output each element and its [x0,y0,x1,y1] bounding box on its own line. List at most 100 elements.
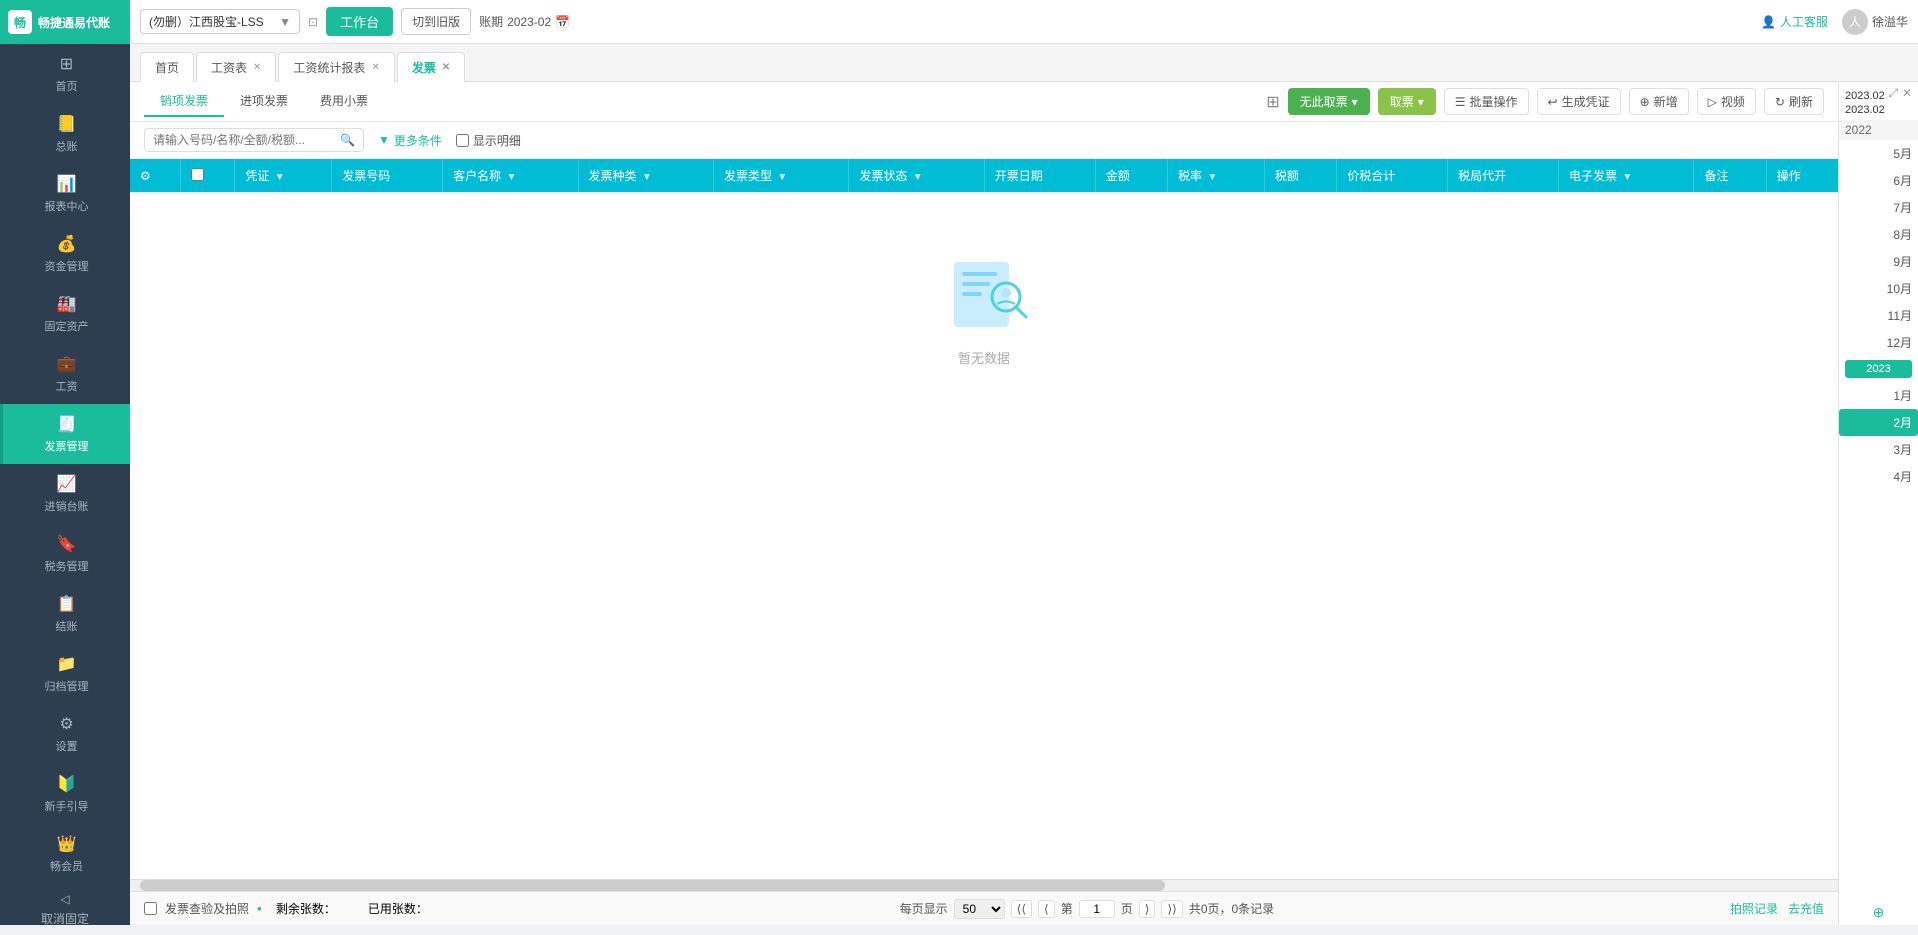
period-calendar-icon[interactable]: 📅 [555,15,570,29]
refresh-icon: ↻ [1775,95,1785,109]
first-page-btn[interactable]: ⟨⟨ [1011,900,1032,918]
total-info: 共0页，0条记录 [1189,900,1274,917]
select-all-checkbox[interactable] [191,168,204,181]
search-input[interactable] [153,133,334,147]
next-page-btn[interactable]: ⟩ [1139,900,1156,918]
scroll-down-icon: ⊕ [1873,904,1885,921]
sub-tab-sales-label: 销项发票 [160,94,208,108]
workspace-button[interactable]: 工作台 [326,7,393,36]
th-checkbox[interactable] [180,159,235,192]
month-2023-03[interactable]: 3月 [1839,436,1918,463]
sidebar-item-home[interactable]: ⊞ 首页 [0,44,130,104]
last-page-btn[interactable]: ⟩⟩ [1161,900,1182,918]
date-panel-close-btn[interactable]: ✕ [1902,86,1912,100]
sidebar-label-closing: 结账 [56,618,78,634]
sub-tab-sales-invoice[interactable]: 销项发票 [144,86,224,117]
company-selector[interactable]: (勿删）江西股宝-LSS ▼ [140,9,300,34]
date-panel-expand-btn[interactable]: ⤢ [1888,86,1898,101]
month-2022-09[interactable]: 9月 [1839,248,1918,275]
e-invoice-filter-icon[interactable]: ▼ [1622,172,1632,183]
video-button[interactable]: ▷ 视频 [1697,88,1756,115]
month-2023-04[interactable]: 4月 [1839,463,1918,490]
sidebar-item-guide[interactable]: 🔰 新手引导 [0,764,130,824]
invoice-type-filter-icon[interactable]: ▼ [642,172,652,183]
sidebar-label-archive: 归档管理 [45,678,89,694]
per-page-select[interactable]: 50 10 20 100 [954,899,1005,919]
month-2023-01[interactable]: 1月 [1839,382,1918,409]
copy-icon[interactable]: ⊡ [308,15,318,29]
main-area: (勿删）江西股宝-LSS ▼ ⊡ 工作台 切到旧版 账期 2023-02 📅 👤… [130,0,1918,925]
user-menu[interactable]: 人 徐溢华 [1842,9,1908,35]
batch-op-button[interactable]: ☰ 批量操作 [1444,88,1529,115]
switch-version-button[interactable]: 切到旧版 [401,8,471,35]
sidebar-item-assets[interactable]: 🏭 固定资产 [0,284,130,344]
month-2022-05[interactable]: 5月 [1839,140,1918,167]
tab-invoice[interactable]: 发票 ✕ [397,52,465,82]
show-detail-input[interactable] [456,134,469,147]
sub-tab-expense-label: 费用小票 [320,94,368,108]
settings-link[interactable]: 去充值 [1788,900,1824,917]
tab-home-label: 首页 [155,59,179,76]
no-ticket-button[interactable]: 无此取票 ▾ [1288,88,1370,115]
search-icon: 🔍 [340,133,355,147]
tab-salary-stats-close[interactable]: ✕ [371,62,379,73]
grid-view-icon[interactable]: ⊞ [1266,92,1279,112]
month-2023-02[interactable]: 2月 [1839,409,1918,436]
sidebar-item-settings[interactable]: ⚙ 设置 [0,704,130,764]
sidebar-item-tax[interactable]: 🔖 税务管理 [0,524,130,584]
ticket-button[interactable]: 取票 ▾ [1378,88,1436,115]
tab-home[interactable]: 首页 [140,52,194,82]
logo-icon: 畅 [8,10,32,34]
tab-salary-table-close[interactable]: ✕ [253,62,261,73]
page-input[interactable] [1079,900,1115,918]
customer-service-button[interactable]: 👤 人工客服 [1761,13,1828,30]
month-2022-08[interactable]: 8月 [1839,221,1918,248]
sidebar-item-reports[interactable]: 📊 报表中心 [0,164,130,224]
sidebar-label-reports: 报表中心 [45,198,89,214]
sidebar-item-member[interactable]: 👑 畅会员 [0,824,130,884]
scrollbar-area[interactable] [130,879,1838,891]
customer-filter-icon[interactable]: ▼ [506,172,516,183]
no-ticket-dropdown-icon: ▾ [1352,95,1358,109]
prev-page-btn[interactable]: ⟨ [1038,900,1055,918]
new-button[interactable]: ⊕ 新增 [1629,88,1689,115]
search-input-wrap: 🔍 [144,128,364,152]
month-2022-07[interactable]: 7月 [1839,194,1918,221]
th-settings[interactable]: ⚙ [130,159,180,192]
month-2022-06[interactable]: 6月 [1839,167,1918,194]
generate-voucher-button[interactable]: ↩ 生成凭证 [1537,88,1621,115]
page-content: 销项发票 进项发票 费用小票 ⊞ 无此取票 ▾ [130,82,1838,925]
records-link[interactable]: 拍照记录 [1730,900,1778,917]
tab-invoice-close[interactable]: ✕ [442,62,450,73]
month-2022-12[interactable]: 12月 [1839,329,1918,356]
scrollbar-thumb[interactable] [140,880,1165,891]
invoice-category-filter-icon[interactable]: ▼ [777,172,787,183]
tab-salary-stats[interactable]: 工资统计报表 ✕ [278,52,394,82]
tab-salary-table[interactable]: 工资表 ✕ [196,52,276,82]
sidebar-item-ledger[interactable]: 📒 总账 [0,104,130,164]
sidebar-item-invoice[interactable]: 🧾 发票管理 [0,404,130,464]
month-2022-11[interactable]: 11月 [1839,302,1918,329]
invoice-status-filter-icon[interactable]: ▼ [913,172,923,183]
show-detail-checkbox[interactable]: 显示明细 [456,132,521,149]
sidebar-item-closing[interactable]: 📋 结账 [0,584,130,644]
tax-rate-filter-icon[interactable]: ▼ [1207,172,1217,183]
sub-tab-expense-receipt[interactable]: 费用小票 [304,86,384,117]
date-panel-scroll-down[interactable]: ⊕ [1839,900,1918,925]
table-container: ⚙ 凭证 ▼ 发票号码 客户名称 ▼ 发票种类 ▼ 发票类型 ▼ 发票状态 ▼ … [130,159,1838,879]
sidebar-item-sales[interactable]: 📈 进销台账 [0,464,130,524]
new-icon: ⊕ [1640,95,1650,109]
th-amount: 金额 [1095,159,1167,192]
refresh-button[interactable]: ↻ 刷新 [1764,88,1824,115]
invoice-check-checkbox[interactable] [144,902,157,915]
sub-tab-purchase-invoice[interactable]: 进项发票 [224,86,304,117]
sidebar-item-salary[interactable]: 💼 工资 [0,344,130,404]
page-label: 第 [1061,900,1073,917]
sidebar-item-finance[interactable]: 💰 资金管理 [0,224,130,284]
tab-bar: 首页 工资表 ✕ 工资统计报表 ✕ 发票 ✕ [130,44,1918,82]
sidebar-item-archive[interactable]: 📁 归档管理 [0,644,130,704]
sidebar-collapse-btn[interactable]: ◁ 取消固定 [0,884,130,935]
more-conditions-button[interactable]: ▼ 更多条件 [378,132,442,149]
month-2022-10[interactable]: 10月 [1839,275,1918,302]
voucher-filter-icon[interactable]: ▼ [275,172,285,183]
